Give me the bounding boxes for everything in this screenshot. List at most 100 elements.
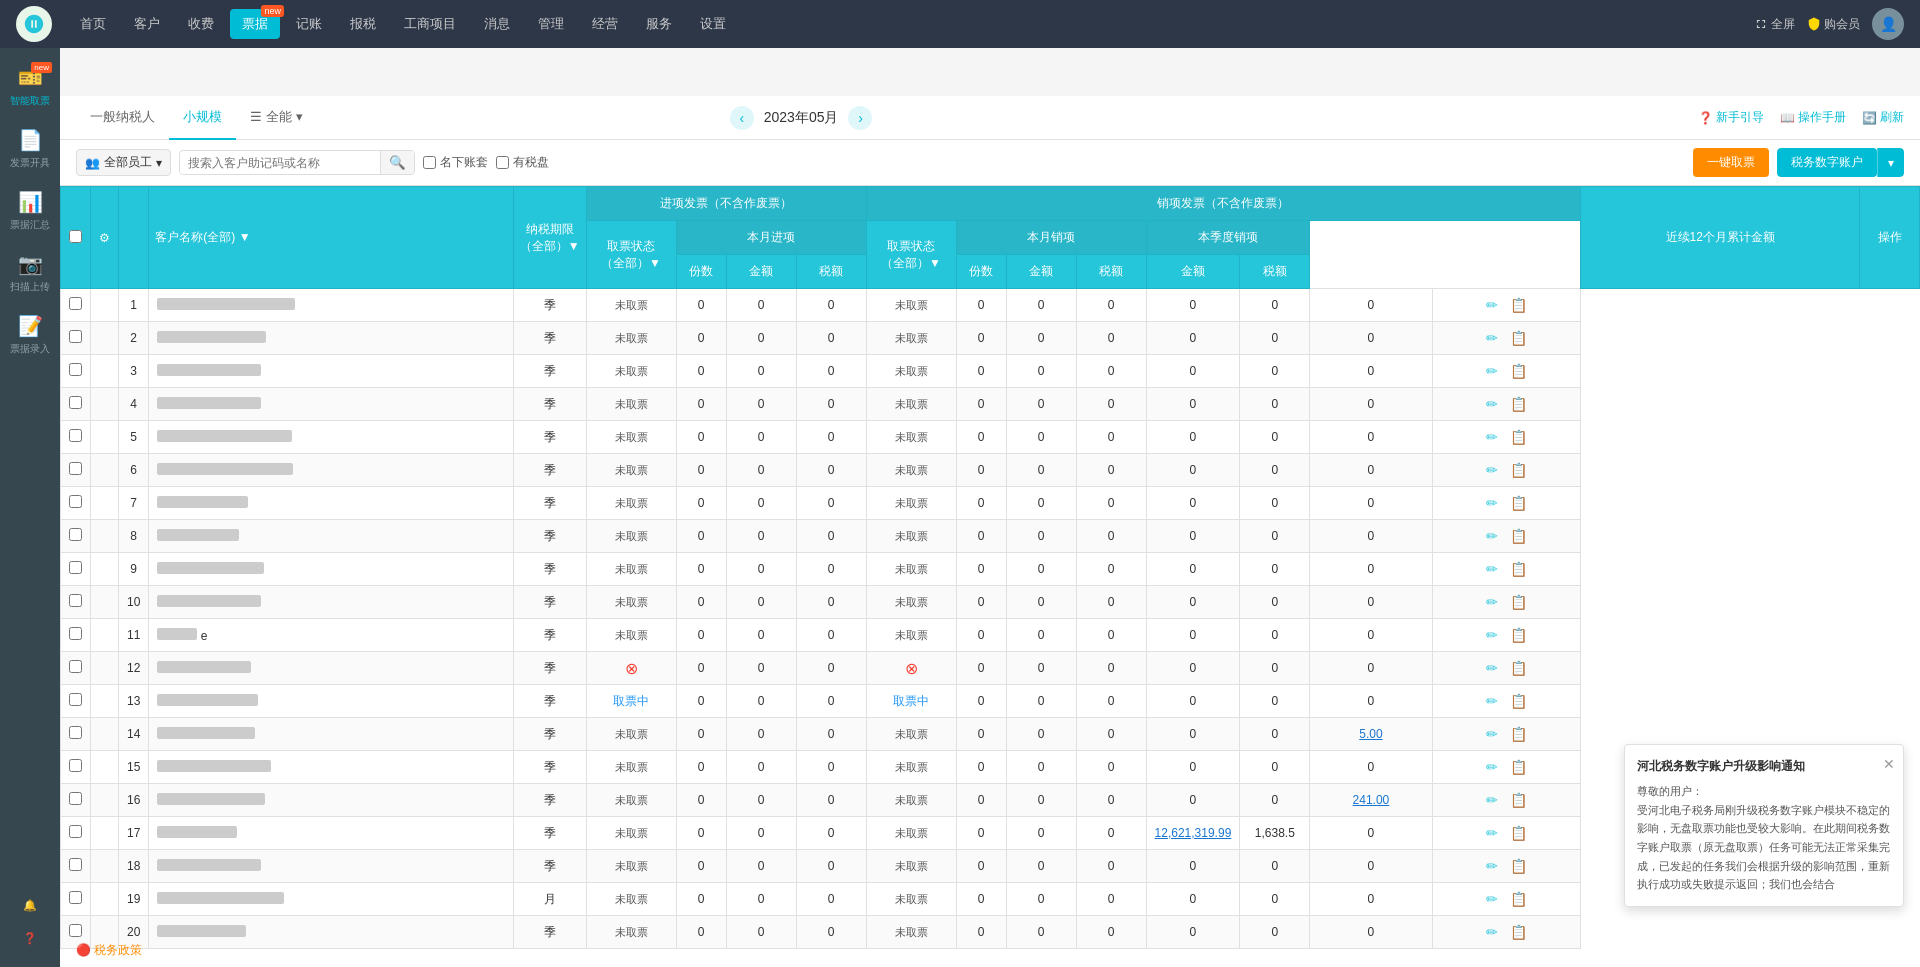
nav-messages[interactable]: 消息 — [472, 9, 522, 39]
notification-close-btn[interactable]: ✕ — [1883, 753, 1895, 775]
copy-btn[interactable]: 📋 — [1506, 823, 1531, 843]
tax-policy-link[interactable]: 🔴 税务政策 — [76, 942, 142, 959]
td-checkbox[interactable] — [61, 388, 91, 421]
row-checkbox[interactable] — [69, 924, 82, 937]
copy-btn[interactable]: 📋 — [1506, 526, 1531, 546]
refresh-btn[interactable]: 🔄 刷新 — [1862, 109, 1904, 126]
nav-invoices[interactable]: 票据 new — [230, 9, 280, 39]
td-checkbox[interactable] — [61, 289, 91, 322]
rolling12-value[interactable]: 241.00 — [1353, 793, 1390, 807]
copy-btn[interactable]: 📋 — [1506, 559, 1531, 579]
edit-btn[interactable]: ✏ — [1482, 460, 1502, 480]
edit-btn[interactable]: ✏ — [1482, 328, 1502, 348]
copy-btn[interactable]: 📋 — [1506, 493, 1531, 513]
search-button[interactable]: 🔍 — [380, 151, 414, 174]
next-month-btn[interactable]: › — [848, 106, 872, 130]
edit-btn[interactable]: ✏ — [1482, 592, 1502, 612]
row-checkbox[interactable] — [69, 297, 82, 310]
nav-operations[interactable]: 经营 — [580, 9, 630, 39]
settings-icon[interactable]: ⚙ — [99, 231, 110, 245]
edit-btn[interactable]: ✏ — [1482, 691, 1502, 711]
nav-service[interactable]: 服务 — [634, 9, 684, 39]
edit-btn[interactable]: ✏ — [1482, 361, 1502, 381]
user-avatar[interactable]: 👤 — [1872, 8, 1904, 40]
td-checkbox[interactable] — [61, 652, 91, 685]
edit-btn[interactable]: ✏ — [1482, 295, 1502, 315]
td-checkbox[interactable] — [61, 454, 91, 487]
row-checkbox[interactable] — [69, 396, 82, 409]
th-tax-period[interactable]: 纳税期限（全部）▼ — [513, 187, 586, 289]
td-checkbox[interactable] — [61, 520, 91, 553]
nav-accounting[interactable]: 记账 — [284, 9, 334, 39]
edit-btn[interactable]: ✏ — [1482, 889, 1502, 909]
sidebar-item-invoice-entry[interactable]: 📝 票据录入 — [0, 304, 60, 366]
nav-management[interactable]: 管理 — [526, 9, 576, 39]
sidebar-item-invoice-issue[interactable]: 📄 发票开具 — [0, 118, 60, 180]
copy-btn[interactable]: 📋 — [1506, 394, 1531, 414]
nav-home[interactable]: 首页 — [68, 9, 118, 39]
copy-btn[interactable]: 📋 — [1506, 856, 1531, 876]
copy-btn[interactable]: 📋 — [1506, 361, 1531, 381]
td-checkbox[interactable] — [61, 685, 91, 718]
copy-btn[interactable]: 📋 — [1506, 460, 1531, 480]
row-checkbox[interactable] — [69, 792, 82, 805]
edit-btn[interactable]: ✏ — [1482, 823, 1502, 843]
edit-btn[interactable]: ✏ — [1482, 559, 1502, 579]
tax-digital-account-dropdown-btn[interactable]: ▾ — [1877, 148, 1904, 177]
row-checkbox[interactable] — [69, 594, 82, 607]
edit-btn[interactable]: ✏ — [1482, 856, 1502, 876]
copy-btn[interactable]: 📋 — [1506, 592, 1531, 612]
row-checkbox[interactable] — [69, 660, 82, 673]
td-checkbox[interactable] — [61, 586, 91, 619]
td-checkbox[interactable] — [61, 718, 91, 751]
row-checkbox[interactable] — [69, 561, 82, 574]
tab-all-type[interactable]: ☰ 全能 ▾ — [236, 96, 317, 140]
td-checkbox[interactable] — [61, 850, 91, 883]
td-checkbox[interactable] — [61, 421, 91, 454]
edit-btn[interactable]: ✏ — [1482, 394, 1502, 414]
row-checkbox[interactable] — [69, 330, 82, 343]
edit-btn[interactable]: ✏ — [1482, 526, 1502, 546]
copy-btn[interactable]: 📋 — [1506, 691, 1531, 711]
edit-btn[interactable]: ✏ — [1482, 625, 1502, 645]
row-checkbox[interactable] — [69, 429, 82, 442]
copy-btn[interactable]: 📋 — [1506, 757, 1531, 777]
sidebar-help[interactable]: ❓ — [19, 922, 41, 955]
copy-btn[interactable]: 📋 — [1506, 922, 1531, 942]
row-checkbox[interactable] — [69, 495, 82, 508]
tax-digital-account-btn[interactable]: 税务数字账户 — [1777, 148, 1877, 177]
search-input[interactable] — [180, 152, 380, 174]
nav-settings[interactable]: 设置 — [688, 9, 738, 39]
row-checkbox[interactable] — [69, 759, 82, 772]
copy-btn[interactable]: 📋 — [1506, 889, 1531, 909]
my-accounts-checkbox[interactable] — [423, 156, 436, 169]
th-output-status[interactable]: 取票状态（全部）▼ — [866, 221, 956, 289]
nav-clients[interactable]: 客户 — [122, 9, 172, 39]
td-checkbox[interactable] — [61, 355, 91, 388]
th-client-name[interactable]: 客户名称(全部) ▼ — [149, 187, 513, 289]
copy-btn[interactable]: 📋 — [1506, 427, 1531, 447]
edit-btn[interactable]: ✏ — [1482, 757, 1502, 777]
sidebar-item-invoice-summary[interactable]: 📊 票据汇总 — [0, 180, 60, 242]
new-guide-btn[interactable]: ❓ 新手引导 — [1698, 109, 1764, 126]
td-checkbox[interactable] — [61, 322, 91, 355]
row-checkbox[interactable] — [69, 627, 82, 640]
copy-btn[interactable]: 📋 — [1506, 790, 1531, 810]
td-checkbox[interactable] — [61, 619, 91, 652]
th-input-status[interactable]: 取票状态（全部）▼ — [586, 221, 676, 289]
row-checkbox[interactable] — [69, 462, 82, 475]
manual-btn[interactable]: 📖 操作手册 — [1780, 109, 1846, 126]
edit-btn[interactable]: ✏ — [1482, 493, 1502, 513]
row-checkbox[interactable] — [69, 858, 82, 871]
nav-business[interactable]: 工商项目 — [392, 9, 468, 39]
sidebar-item-smart-ticket[interactable]: 🎫 智能取票 new — [0, 56, 60, 118]
copy-btn[interactable]: 📋 — [1506, 295, 1531, 315]
select-all-checkbox[interactable] — [69, 230, 82, 243]
edit-btn[interactable]: ✏ — [1482, 790, 1502, 810]
row-checkbox[interactable] — [69, 825, 82, 838]
td-checkbox[interactable] — [61, 817, 91, 850]
edit-btn[interactable]: ✏ — [1482, 427, 1502, 447]
has-tax-disk-checkbox[interactable] — [496, 156, 509, 169]
nav-fees[interactable]: 收费 — [176, 9, 226, 39]
member-btn[interactable]: 购会员 — [1807, 16, 1860, 33]
